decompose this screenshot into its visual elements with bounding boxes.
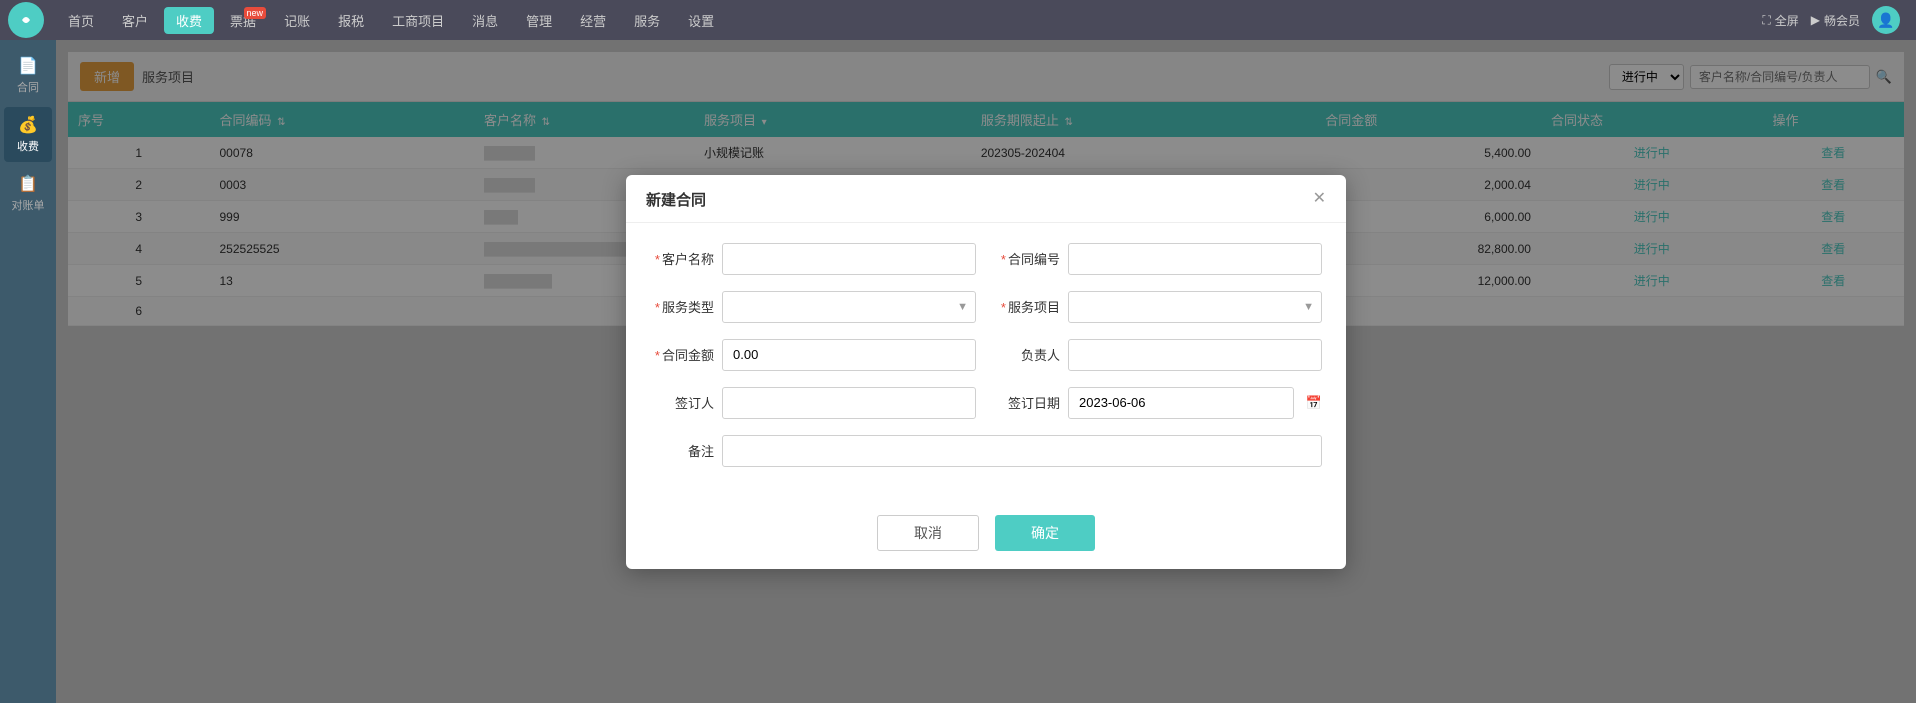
main-content: 新增 服务项目 进行中 已完成 已终止 🔍 序号 合同编 — [56, 40, 1916, 703]
main-layout: 📄 合同 💰 收费 📋 对账单 新增 服务项目 进行中 已完成 已终止 — [0, 40, 1916, 703]
form-group-sign-date: 签订日期 📅 — [996, 387, 1322, 419]
form-group-contract-no: *合同编号 — [996, 243, 1322, 275]
sidebar-item-contract[interactable]: 📄 合同 — [4, 48, 52, 103]
fullscreen-icon: ⛶ — [1762, 13, 1770, 28]
form-row-1: *客户名称 *合同编号 — [650, 243, 1322, 275]
avatar[interactable]: 👤 — [1872, 6, 1900, 34]
form-row-4: 签订人 签订日期 📅 — [650, 387, 1322, 419]
nav-message[interactable]: 消息 — [460, 7, 510, 34]
statement-icon: 📋 — [18, 174, 38, 194]
sidebar: 📄 合同 💰 收费 📋 对账单 — [0, 40, 56, 703]
contract-no-label: *合同编号 — [996, 249, 1060, 268]
cancel-button[interactable]: 取消 — [877, 515, 979, 551]
service-item-select[interactable] — [1068, 291, 1322, 323]
calendar-icon[interactable]: 📅 — [1306, 395, 1322, 411]
form-group-note: 备注 — [650, 435, 1322, 467]
dialog-close-button[interactable]: ✕ — [1313, 191, 1326, 207]
nav-invoice[interactable]: 票据 new — [218, 7, 268, 34]
nav-accounting[interactable]: 记账 — [272, 7, 322, 34]
amount-input[interactable] — [722, 339, 976, 371]
nav-operation[interactable]: 经营 — [568, 7, 618, 34]
form-group-service-type: *服务类型 ▼ — [650, 291, 976, 323]
responsible-input[interactable] — [1068, 339, 1322, 371]
service-type-select[interactable] — [722, 291, 976, 323]
nav-right: ⛶ 全屏 ▶ 畅会员 👤 — [1754, 0, 1908, 40]
dialog-header: 新建合同 ✕ — [626, 175, 1346, 223]
service-item-label: *服务项目 — [996, 297, 1060, 316]
sidebar-item-contract-label: 合同 — [17, 79, 39, 95]
nav-service[interactable]: 服务 — [622, 7, 672, 34]
dialog-footer: 取消 确定 — [626, 503, 1346, 569]
confirm-button[interactable]: 确定 — [995, 515, 1095, 551]
form-group-responsible: 负责人 — [996, 339, 1322, 371]
signer-input[interactable] — [722, 387, 976, 419]
nav-settings[interactable]: 设置 — [676, 7, 726, 34]
nav-customer[interactable]: 客户 — [110, 7, 160, 34]
play-icon: ▶ — [1811, 13, 1820, 27]
logo — [8, 2, 44, 38]
contract-icon: 📄 — [18, 56, 38, 76]
sign-date-label: 签订日期 — [996, 393, 1060, 412]
customer-label: *客户名称 — [650, 249, 714, 268]
sidebar-item-statement[interactable]: 📋 对账单 — [4, 166, 52, 221]
form-group-amount: *合同金额 — [650, 339, 976, 371]
nav-manage[interactable]: 管理 — [514, 7, 564, 34]
form-group-service-item: *服务项目 ▼ — [996, 291, 1322, 323]
dialog-title: 新建合同 — [646, 189, 706, 210]
sign-date-input[interactable] — [1068, 387, 1294, 419]
form-row-3: *合同金额 负责人 — [650, 339, 1322, 371]
fullscreen-button[interactable]: ⛶ 全屏 — [1762, 12, 1798, 29]
form-group-signer: 签订人 — [650, 387, 976, 419]
sidebar-item-billing-label: 收费 — [17, 138, 39, 154]
service-type-select-wrap: ▼ — [722, 291, 976, 323]
fullscreen-label: 全屏 — [1775, 12, 1799, 29]
note-input[interactable] — [722, 435, 1322, 467]
new-contract-dialog: 新建合同 ✕ *客户名称 *合同编号 — [626, 175, 1346, 569]
top-navbar: 首页 客户 收费 票据 new 记账 报税 工商项目 消息 管理 经营 服务 设… — [0, 0, 1916, 40]
dialog-body: *客户名称 *合同编号 — [626, 223, 1346, 503]
nav-items: 首页 客户 收费 票据 new 记账 报税 工商项目 消息 管理 经营 服务 设… — [56, 7, 1754, 34]
form-group-customer: *客户名称 — [650, 243, 976, 275]
form-row-5: 备注 — [650, 435, 1322, 467]
sidebar-item-statement-label: 对账单 — [12, 197, 45, 213]
modal-overlay: 新建合同 ✕ *客户名称 *合同编号 — [56, 40, 1916, 703]
service-type-label: *服务类型 — [650, 297, 714, 316]
nav-biz[interactable]: 工商项目 — [380, 7, 456, 34]
vip-button[interactable]: ▶ 畅会员 — [1811, 12, 1860, 29]
new-badge: new — [244, 7, 267, 19]
nav-home[interactable]: 首页 — [56, 7, 106, 34]
vip-label: 畅会员 — [1824, 12, 1860, 29]
sidebar-item-billing[interactable]: 💰 收费 — [4, 107, 52, 162]
service-item-select-wrap: ▼ — [1068, 291, 1322, 323]
signer-label: 签订人 — [650, 393, 714, 412]
note-label: 备注 — [650, 441, 714, 460]
billing-icon: 💰 — [18, 115, 38, 135]
nav-billing[interactable]: 收费 — [164, 7, 214, 34]
amount-label: *合同金额 — [650, 345, 714, 364]
nav-tax[interactable]: 报税 — [326, 7, 376, 34]
contract-no-input[interactable] — [1068, 243, 1322, 275]
form-row-2: *服务类型 ▼ *服务项目 — [650, 291, 1322, 323]
customer-name-input[interactable] — [722, 243, 976, 275]
responsible-label: 负责人 — [996, 345, 1060, 364]
